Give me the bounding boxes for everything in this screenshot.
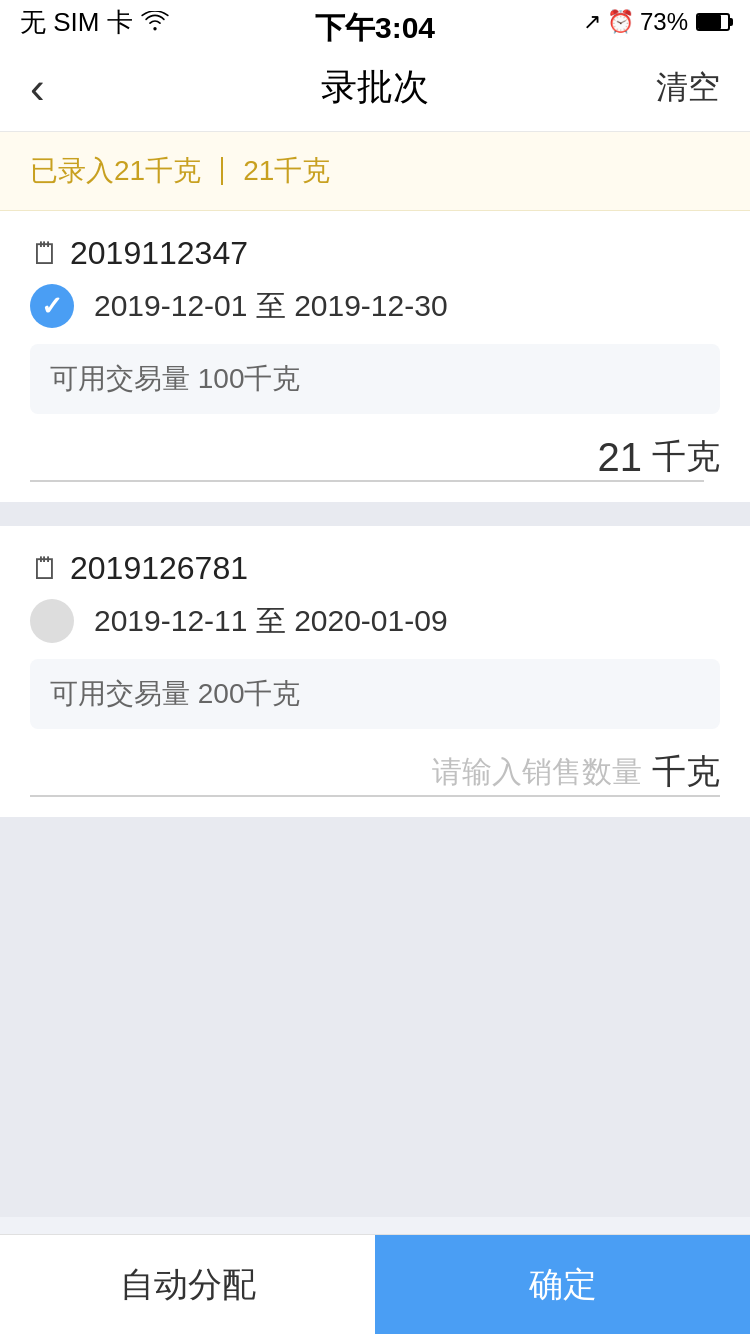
back-button[interactable]: ‹ (30, 63, 90, 113)
quantity-input-line-1 (30, 480, 704, 482)
gray-filler (0, 817, 750, 1217)
batch-id-row-1: 🗒 2019112347 (30, 235, 720, 272)
wifi-icon (141, 7, 169, 38)
alarm-icon: ⏰ (607, 9, 634, 35)
quantity-unit-1: 千克 (652, 434, 720, 480)
clear-button[interactable]: 清空 (656, 66, 720, 110)
quantity-unit-2: 千克 (652, 749, 720, 795)
status-right: ↗ ⏰ 73% (583, 8, 730, 36)
batch-available-1: 可用交易量 100千克 (30, 344, 720, 414)
placeholder-row-2: 请输入销售数量 千克 (0, 729, 750, 795)
page-title: 录批次 (321, 63, 429, 112)
status-bar: 无 SIM 卡 下午3:04 ↗ ⏰ 73% (0, 0, 750, 44)
location-icon: ↗ (583, 9, 601, 35)
placeholder-input-line-2 (30, 795, 720, 797)
recorded-amount: 已录入21千克 (30, 152, 201, 190)
battery-icon (696, 13, 730, 31)
content-area: 🗒 2019112347 ✓ 2019-12-01 至 2019-12-30 可… (0, 211, 750, 1317)
batch-available-2: 可用交易量 200千克 (30, 659, 720, 729)
summary-divider (221, 157, 223, 185)
batch-id-text-2: 2019126781 (70, 550, 248, 587)
batch-date-row-2: 2019-12-11 至 2020-01-09 (30, 599, 720, 643)
battery-text: 73% (640, 8, 688, 36)
quantity-value-1: 21 (598, 435, 643, 480)
auto-distribute-button[interactable]: 自动分配 (0, 1235, 375, 1334)
total-amount: 21千克 (243, 152, 330, 190)
status-left: 无 SIM 卡 (20, 5, 169, 40)
batch-checkbox-1[interactable]: ✓ (30, 284, 74, 328)
batch-date-row-1: ✓ 2019-12-01 至 2019-12-30 (30, 284, 720, 328)
item-divider (0, 502, 750, 526)
batch-item-1: 🗒 2019112347 ✓ 2019-12-01 至 2019-12-30 可… (0, 211, 750, 502)
batch-id-text-1: 2019112347 (70, 235, 248, 272)
batch-id-row-2: 🗒 2019126781 (30, 550, 720, 587)
nav-bar: ‹ 录批次 清空 (0, 44, 750, 132)
batch-date-text-2: 2019-12-11 至 2020-01-09 (94, 601, 448, 642)
batch-date-text-1: 2019-12-01 至 2019-12-30 (94, 286, 448, 327)
carrier-text: 无 SIM 卡 (20, 5, 133, 40)
batch-checkbox-2[interactable] (30, 599, 74, 643)
status-time: 下午3:04 (315, 8, 435, 49)
placeholder-line-row-2[interactable] (0, 795, 750, 817)
batch-item-2: 🗒 2019126781 2019-12-11 至 2020-01-09 可用交… (0, 526, 750, 817)
quantity-placeholder-2: 请输入销售数量 (432, 752, 642, 793)
quantity-row-1: 21 千克 (0, 414, 750, 480)
check-mark-1: ✓ (41, 291, 63, 322)
batch-doc-icon-1: 🗒 (30, 237, 60, 271)
quantity-input-area-1[interactable] (0, 480, 750, 502)
summary-bar: 已录入21千克 21千克 (0, 132, 750, 211)
bottom-bar: 自动分配 确定 (0, 1234, 750, 1334)
batch-doc-icon-2: 🗒 (30, 552, 60, 586)
confirm-button[interactable]: 确定 (375, 1235, 750, 1334)
